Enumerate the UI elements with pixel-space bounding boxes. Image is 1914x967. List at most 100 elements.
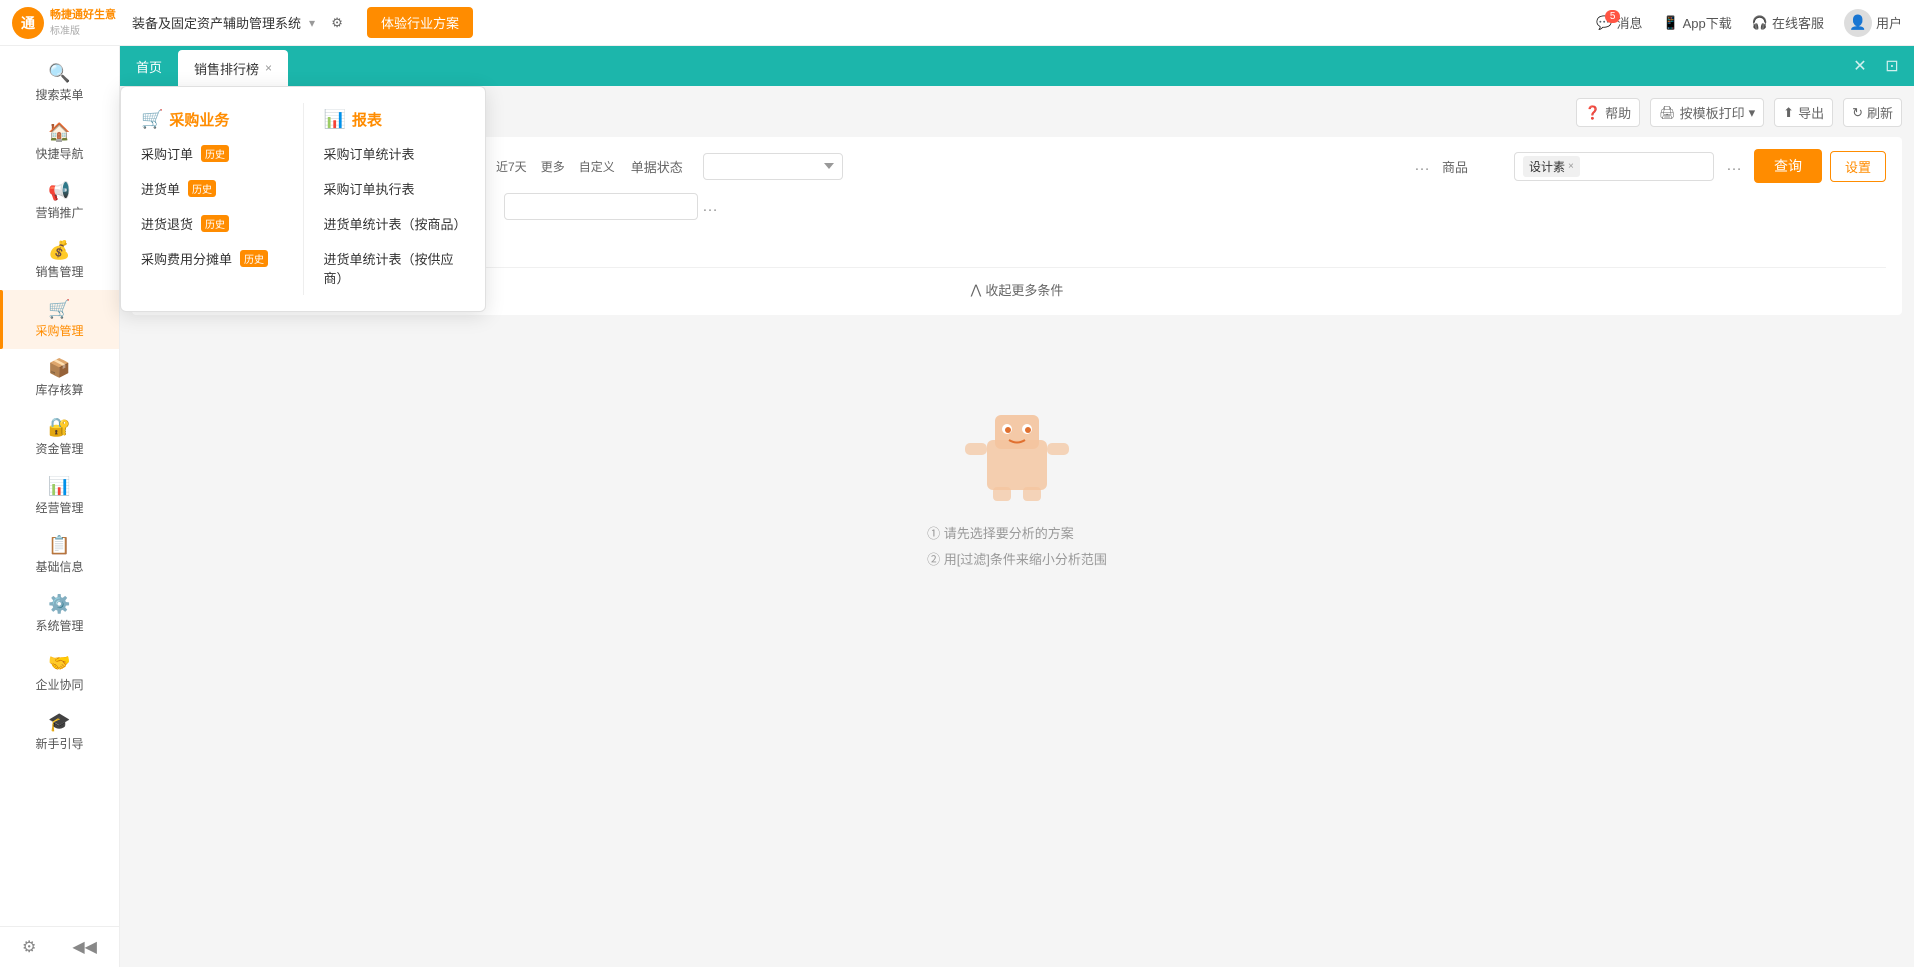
sidebar-item-marketing[interactable]: 📢 营销推广: [0, 172, 119, 231]
goods-tag-chip: 设计素 ×: [1523, 156, 1580, 177]
help-btn[interactable]: ❓ 帮助: [1576, 98, 1640, 127]
nav-dropdown-arrow[interactable]: ▾: [309, 16, 315, 30]
online-service-btn[interactable]: 🎧 在线客服: [1752, 13, 1824, 32]
dropdown-item-goods-stats-by-supplier[interactable]: 进货单统计表（按供应商）: [304, 241, 486, 295]
sidebar-item-quick-nav[interactable]: 🏠 快捷导航: [0, 113, 119, 172]
tab-home[interactable]: 首页: [120, 46, 178, 86]
tab-sales-rank[interactable]: 销售排行榜 ×: [178, 50, 288, 86]
user-btn[interactable]: 👤 用户: [1844, 9, 1902, 37]
tab-close-icon[interactable]: ×: [265, 61, 272, 75]
dropdown-item-purchase-cost[interactable]: 采购费用分摊单 历史: [121, 241, 303, 276]
sidebar-item-enterprise[interactable]: 🤝 企业协同: [0, 644, 119, 703]
tab-restore-btn[interactable]: ⊡: [1878, 52, 1906, 80]
purchase-col-label: 采购业务: [169, 109, 229, 130]
dropdown-item-label: 进货单: [141, 179, 180, 198]
dropdown-item-goods-stats-by-product[interactable]: 进货单统计表（按商品）: [304, 206, 486, 241]
tab-sales-rank-label: 销售排行榜: [194, 59, 259, 78]
svg-text:通: 通: [21, 15, 35, 31]
date-more-btn[interactable]: 更多: [537, 156, 569, 177]
collapse-btn[interactable]: ⋀ 收起更多条件: [967, 276, 1068, 303]
logo-icon: 通: [12, 7, 44, 39]
tab-close-btn[interactable]: ✕: [1846, 52, 1874, 80]
logo-text: 畅捷通好生意: [50, 8, 116, 22]
sidebar-item-label: 企业协同: [35, 676, 83, 693]
dropdown-item-order-exec[interactable]: 采购订单执行表: [304, 171, 486, 206]
salesperson-input[interactable]: [504, 193, 698, 220]
dropdown-item-label: 采购订单统计表: [324, 144, 415, 163]
status-select[interactable]: [703, 153, 843, 180]
print-arrow[interactable]: ▾: [1749, 105, 1756, 121]
salesperson-dots[interactable]: …: [702, 198, 718, 216]
dropdown-item-purchase-order[interactable]: 采购订单 历史: [121, 136, 303, 171]
refresh-label: 刷新: [1867, 103, 1893, 122]
settings-btn[interactable]: 设置: [1830, 151, 1886, 182]
logo-area: 通 畅捷通好生意 标准版: [12, 7, 132, 39]
dropdown-item-label: 进货单统计表（按供应商）: [324, 249, 466, 287]
sidebar-item-label: 经营管理: [35, 499, 83, 516]
cart-icon: 🛒: [48, 300, 70, 318]
sidebar-item-system[interactable]: ⚙️ 系统管理: [0, 585, 119, 644]
goods-tag-close[interactable]: ×: [1568, 161, 1574, 172]
sidebar-settings-icon[interactable]: ⚙: [22, 937, 36, 957]
print-label: 按模板打印: [1680, 103, 1745, 122]
query-btn[interactable]: 查询: [1754, 149, 1822, 183]
top-nav-title: 装备及固定资产辅助管理系统 ▾ ⚙ 体验行业方案: [132, 7, 1596, 38]
dropdown-item-label: 采购订单执行表: [324, 179, 415, 198]
sidebar-item-operations[interactable]: 📊 经营管理: [0, 467, 119, 526]
refresh-icon: ↻: [1852, 105, 1863, 121]
sidebar-item-label: 搜索菜单: [35, 86, 83, 103]
sidebar-item-label: 新手引导: [35, 735, 83, 752]
dropdown-item-purchase-return[interactable]: 进货退货 历史: [121, 206, 303, 241]
goods-tag-value: 设计素: [1529, 158, 1565, 175]
collapse-up-icon: ⋀: [971, 282, 982, 298]
sidebar-collapse-icon[interactable]: ◀◀: [72, 937, 97, 957]
refresh-btn[interactable]: ↻ 刷新: [1843, 98, 1902, 127]
message-btn[interactable]: 💬 5 消息: [1596, 13, 1642, 32]
chart-icon: 📊: [48, 477, 70, 495]
top-bar: 通 畅捷通好生意 标准版 装备及固定资产辅助管理系统 ▾ ⚙ 体验行业方案 💬 …: [0, 0, 1914, 46]
sidebar-item-inventory[interactable]: 📦 库存核算: [0, 349, 119, 408]
nav-settings-icon[interactable]: ⚙: [323, 9, 351, 37]
avatar: 👤: [1844, 9, 1872, 37]
purchase-col-title: 🛒 采购业务: [121, 103, 303, 136]
sidebar-item-capital[interactable]: 🔐 资金管理: [0, 408, 119, 467]
dropdown-item-label: 进货单统计表（按商品）: [324, 214, 466, 233]
logo-sub: 标准版: [50, 22, 116, 37]
date-custom-btn[interactable]: 自定义: [575, 156, 619, 177]
empty-tip-2: 用[过滤]条件来缩小分析范围: [927, 547, 1107, 573]
box-icon: 📦: [48, 359, 70, 377]
industry-btn[interactable]: 体验行业方案: [367, 7, 473, 38]
app-download-btn[interactable]: 📱 App下载: [1662, 13, 1731, 32]
top-right: 💬 5 消息 📱 App下载 🎧 在线客服 👤 用户: [1596, 9, 1902, 37]
dropdown-item-purchase-goods[interactable]: 进货单 历史: [121, 171, 303, 206]
sidebar-item-search[interactable]: 🔍 搜索菜单: [0, 54, 119, 113]
sidebar-item-purchase[interactable]: 🛒 采购管理: [0, 290, 119, 349]
status-dots[interactable]: …: [1414, 157, 1430, 175]
sidebar-item-label: 系统管理: [35, 617, 83, 634]
history-badge: 历史: [201, 215, 229, 232]
goods-dots[interactable]: …: [1726, 157, 1742, 175]
clipboard-icon: 📋: [48, 536, 70, 554]
phone-icon: 📱: [1662, 15, 1678, 31]
money-icon: 💰: [48, 241, 70, 259]
export-label: 导出: [1798, 103, 1824, 122]
sidebar-bottom: ⚙ ◀◀: [0, 926, 119, 967]
collapse-label: 收起更多条件: [985, 280, 1063, 299]
gear-icon: ⚙️: [48, 595, 70, 613]
sidebar-item-label: 库存核算: [35, 381, 83, 398]
sidebar-item-basic-info[interactable]: 📋 基础信息: [0, 526, 119, 585]
date-7days-btn[interactable]: 近7天: [492, 156, 531, 177]
export-btn[interactable]: ⬆ 导出: [1774, 98, 1833, 127]
goods-label: 商品: [1442, 157, 1502, 176]
print-btn[interactable]: 🖨 按模板打印 ▾: [1650, 98, 1764, 127]
sidebar-item-guide[interactable]: 🎓 新手引导: [0, 703, 119, 762]
report-col: 📊 报表 采购订单统计表 采购订单执行表 进货单统计表（按商品） 进货单统计表（…: [304, 95, 486, 303]
sidebar-item-sales[interactable]: 💰 销售管理: [0, 231, 119, 290]
dropdown-item-order-stats[interactable]: 采购订单统计表: [304, 136, 486, 171]
message-label: 消息: [1616, 13, 1642, 32]
empty-state: 请先选择要分析的方案 用[过滤]条件来缩小分析范围: [132, 325, 1902, 653]
help-icon: ❓: [1585, 105, 1601, 121]
app-download-label: App下载: [1683, 13, 1732, 32]
tabs-actions: ✕ ⊡: [1846, 52, 1914, 80]
goods-tag-input[interactable]: 设计素 ×: [1514, 152, 1714, 181]
